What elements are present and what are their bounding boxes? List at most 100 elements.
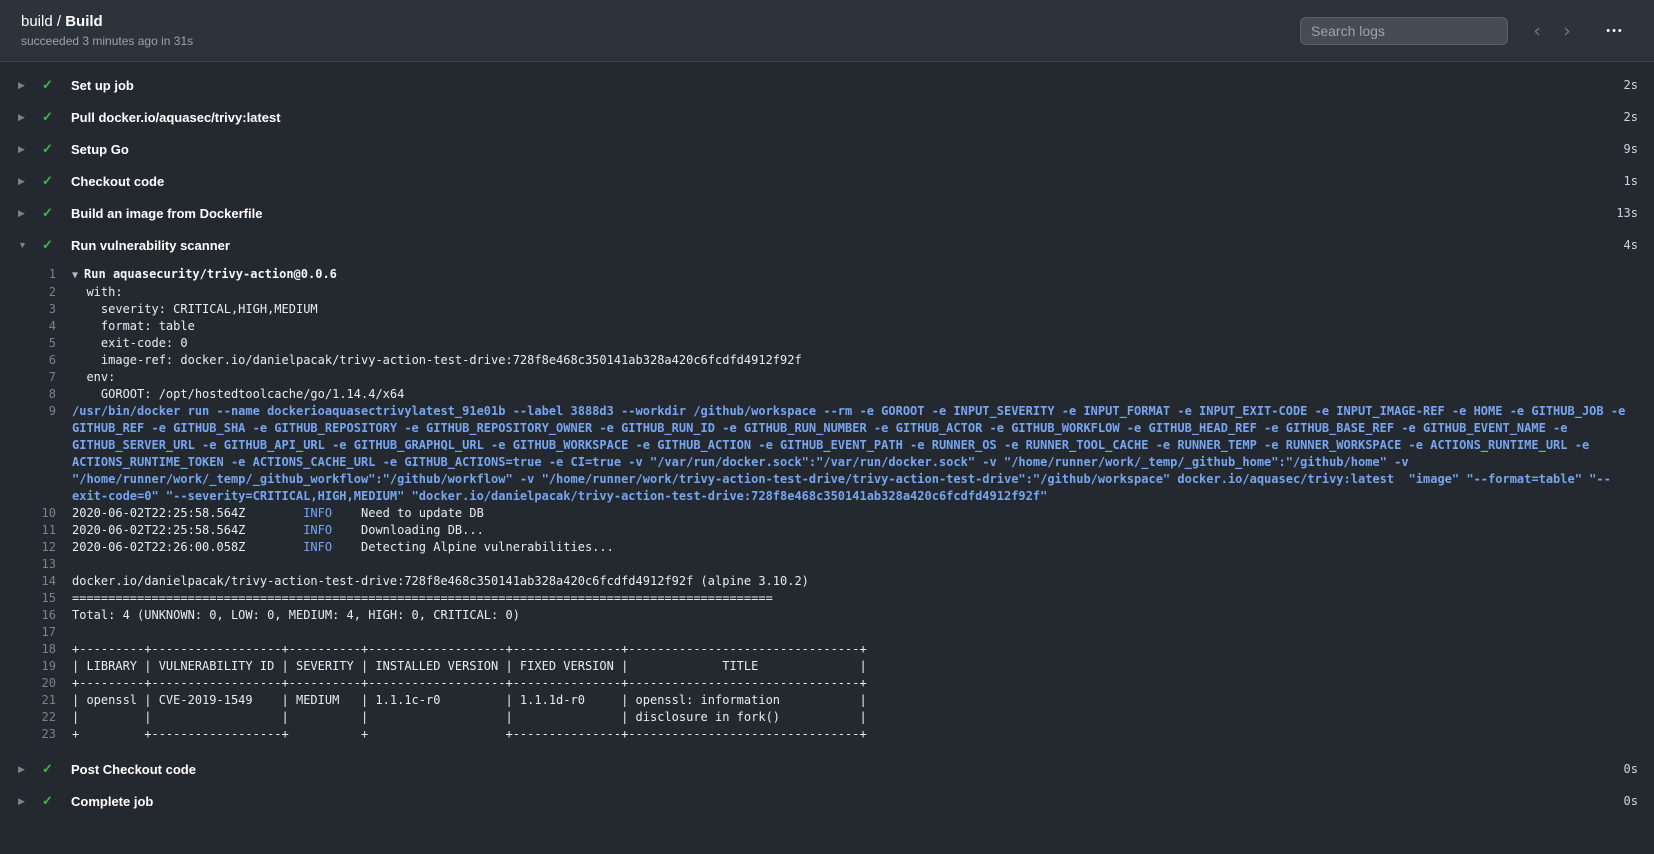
log-line-number[interactable]: 17 xyxy=(0,624,56,641)
log-line: 1 ▼ Run aquasecurity/trivy-action@0.0.6 xyxy=(0,266,1634,284)
log-line-number[interactable]: 10 xyxy=(0,505,56,522)
success-check-icon: ✓ xyxy=(42,141,53,156)
step-row[interactable]: ▶ ✓ Setup Go 9s xyxy=(0,133,1654,165)
log-text-segment: | LIBRARY | VULNERABILITY ID | SEVERITY … xyxy=(72,659,867,673)
log-line: 13 xyxy=(0,556,1634,573)
chevron-left-icon: ‹ xyxy=(1533,19,1541,42)
log-line: 22 | | | | | | disclosure in fork() | xyxy=(0,709,1634,726)
log-text-segment: 2020-06-02T22:25:58.564Z xyxy=(72,523,304,537)
log-line-number[interactable]: 18 xyxy=(0,641,56,658)
log-text-segment: | | | | | | disclosure in fork() | xyxy=(72,710,867,724)
disclosure-triangle-icon: ▶ xyxy=(18,175,25,186)
disclosure-triangle-icon: ▶ xyxy=(18,111,25,122)
step-label: Setup Go xyxy=(71,141,129,157)
disclosure-triangle-icon: ▶ xyxy=(18,79,25,90)
log-line-content: image-ref: docker.io/danielpacak/trivy-a… xyxy=(72,352,1634,369)
log-line-number[interactable]: 8 xyxy=(0,386,56,403)
log-line-number[interactable]: 5 xyxy=(0,335,56,352)
log-line-number[interactable]: 1 xyxy=(0,266,56,284)
log-line-number[interactable]: 12 xyxy=(0,539,56,556)
log-line-number[interactable]: 20 xyxy=(0,675,56,692)
log-line-number[interactable]: 7 xyxy=(0,369,56,386)
log-line-number[interactable]: 2 xyxy=(0,284,56,301)
log-text-segment: env: xyxy=(72,370,116,384)
previous-match-button[interactable]: ‹ xyxy=(1522,17,1552,45)
log-line-content: Total: 4 (UNKNOWN: 0, LOW: 0, MEDIUM: 4,… xyxy=(72,607,1634,624)
disclosure-triangle-icon: ▶ xyxy=(18,143,25,154)
log-text-segment: /usr/bin/docker run --name dockerioaquas… xyxy=(72,404,1626,503)
log-line-content: format: table xyxy=(72,318,1634,335)
log-line-content: | LIBRARY | VULNERABILITY ID | SEVERITY … xyxy=(72,658,1634,675)
log-line-content: ========================================… xyxy=(72,590,1634,607)
log-line-content: exit-code: 0 xyxy=(72,335,1634,352)
log-line-number[interactable]: 13 xyxy=(0,556,56,573)
log-text-segment: 2020-06-02T22:26:00.058Z xyxy=(72,540,304,554)
log-line-content: ▼ Run aquasecurity/trivy-action@0.0.6 xyxy=(72,266,1634,284)
step-row[interactable]: ▶ ✓ Post Checkout code 0s xyxy=(0,753,1654,785)
log-line-number[interactable]: 16 xyxy=(0,607,56,624)
log-line-number[interactable]: 23 xyxy=(0,726,56,743)
log-text-segment: docker.io/danielpacak/trivy-action-test-… xyxy=(72,574,809,588)
log-text-segment: INFO xyxy=(303,506,333,520)
log-line: 7 env: xyxy=(0,369,1634,386)
log-line-content: +---------+------------------+----------… xyxy=(72,675,1634,692)
step-row[interactable]: ▶ ✓ Checkout code 1s xyxy=(0,165,1654,197)
log-line-number[interactable]: 9 xyxy=(0,403,56,505)
kebab-menu-icon: ••• xyxy=(1606,24,1624,37)
success-check-icon: ✓ xyxy=(42,173,53,188)
log-line-number[interactable]: 6 xyxy=(0,352,56,369)
log-line: 10 2020-06-02T22:25:58.564Z INFO Need to… xyxy=(0,505,1634,522)
log-line-number[interactable]: 3 xyxy=(0,301,56,318)
log-line: 20 +---------+------------------+-------… xyxy=(0,675,1634,692)
log-line-content: docker.io/danielpacak/trivy-action-test-… xyxy=(72,573,1634,590)
job-status-line: succeeded 3 minutes ago in 31s xyxy=(21,34,194,48)
log-line: 21 | openssl | CVE-2019-1549 | MEDIUM | … xyxy=(0,692,1634,709)
log-text-segment: Run aquasecurity/trivy-action@0.0.6 xyxy=(84,267,337,281)
disclosure-triangle-icon: ▶ xyxy=(18,763,25,774)
log-text-segment: severity: CRITICAL,HIGH,MEDIUM xyxy=(72,302,318,316)
log-line-number[interactable]: 22 xyxy=(0,709,56,726)
log-text-segment: format: table xyxy=(72,319,195,333)
log-line-content: +---------+------------------+----------… xyxy=(72,641,1634,658)
log-line: 9 /usr/bin/docker run --name dockerioaqu… xyxy=(0,403,1634,505)
step-row[interactable]: ▶ ✓ Set up job 2s xyxy=(0,69,1654,101)
step-duration: 0s xyxy=(1623,762,1638,776)
log-line-content: /usr/bin/docker run --name dockerioaquas… xyxy=(72,403,1634,505)
step-label: Pull docker.io/aquasec/trivy:latest xyxy=(71,109,281,125)
log-line-number[interactable]: 21 xyxy=(0,692,56,709)
step-duration: 1s xyxy=(1623,174,1638,188)
log-line-number[interactable]: 15 xyxy=(0,590,56,607)
log-line: 18 +---------+------------------+-------… xyxy=(0,641,1634,658)
log-line: 6 image-ref: docker.io/danielpacak/trivy… xyxy=(0,352,1634,369)
search-logs-input[interactable] xyxy=(1300,16,1508,45)
step-label: Run vulnerability scanner xyxy=(71,237,230,253)
log-line: 15 =====================================… xyxy=(0,590,1634,607)
log-settings-button[interactable]: ••• xyxy=(1598,25,1632,37)
log-text-segment: Total: 4 (UNKNOWN: 0, LOW: 0, MEDIUM: 4,… xyxy=(72,608,520,622)
log-line-number[interactable]: 14 xyxy=(0,573,56,590)
step-row[interactable]: ▶ ✓ Complete job 0s xyxy=(0,785,1654,817)
log-line: 11 2020-06-02T22:25:58.564Z INFO Downloa… xyxy=(0,522,1634,539)
disclosure-triangle-icon: ▶ xyxy=(18,207,25,218)
log-line: 19 | LIBRARY | VULNERABILITY ID | SEVERI… xyxy=(0,658,1634,675)
step-row[interactable]: ▶ ✓ Pull docker.io/aquasec/trivy:latest … xyxy=(0,101,1654,133)
step-duration: 9s xyxy=(1623,142,1638,156)
disclosure-triangle-icon: ▶ xyxy=(18,795,25,806)
log-line-content: env: xyxy=(72,369,1634,386)
log-group-toggle-icon[interactable]: ▼ xyxy=(72,270,84,281)
step-label: Build an image from Dockerfile xyxy=(71,205,263,221)
log-line: 5 exit-code: 0 xyxy=(0,335,1634,352)
log-text-segment: +---------+------------------+----------… xyxy=(72,676,867,690)
job-header-left: build / Build succeeded 3 minutes ago in… xyxy=(21,13,193,48)
log-text-segment: +---------+------------------+----------… xyxy=(72,642,867,656)
next-match-button[interactable]: › xyxy=(1552,17,1582,45)
log-line-content: | | | | | | disclosure in fork() | xyxy=(72,709,1634,726)
log-line-number[interactable]: 4 xyxy=(0,318,56,335)
log-line-number[interactable]: 11 xyxy=(0,522,56,539)
step-row[interactable]: ▼ ✓ Run vulnerability scanner 4s xyxy=(0,229,1654,261)
log-line-number[interactable]: 19 xyxy=(0,658,56,675)
log-line-content: GOROOT: /opt/hostedtoolcache/go/1.14.4/x… xyxy=(72,386,1634,403)
log-line: 2 with: xyxy=(0,284,1634,301)
log-output: 1 ▼ Run aquasecurity/trivy-action@0.0.6 … xyxy=(0,261,1654,753)
step-row[interactable]: ▶ ✓ Build an image from Dockerfile 13s xyxy=(0,197,1654,229)
